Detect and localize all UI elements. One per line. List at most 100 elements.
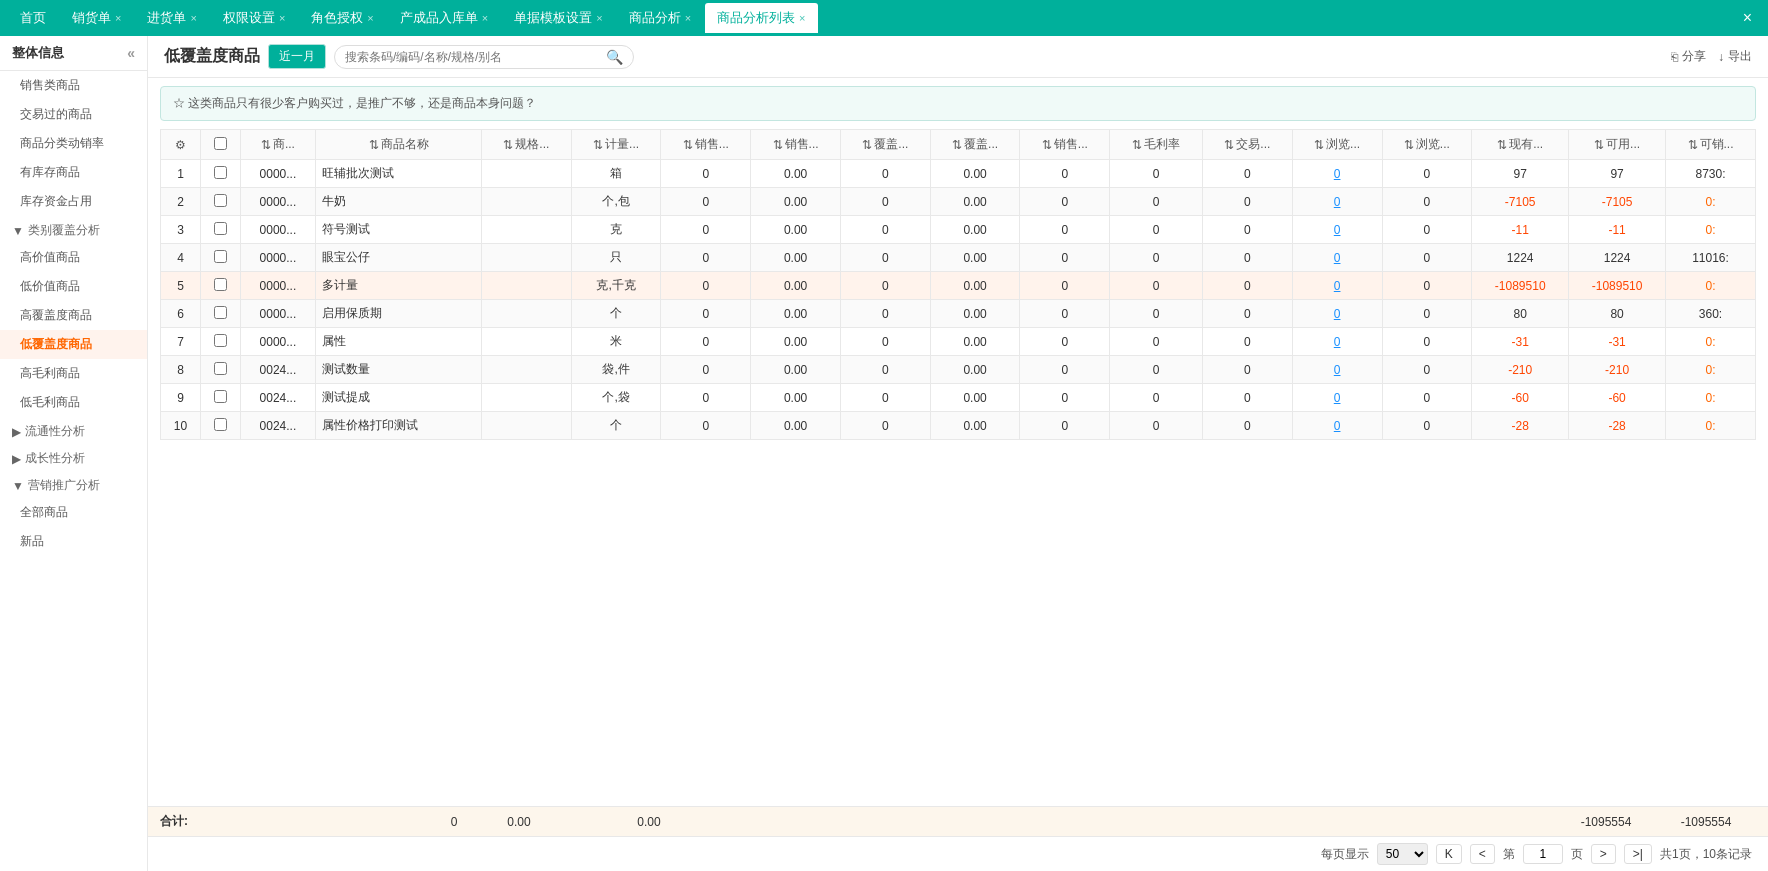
sidebar-item-high-margin[interactable]: 高毛利商品 (0, 359, 147, 388)
select-all-checkbox[interactable] (214, 137, 227, 150)
row-browse1[interactable]: 0 (1292, 160, 1382, 188)
sidebar-item-low-margin[interactable]: 低毛利商品 (0, 388, 147, 417)
sidebar-group-marketing[interactable]: ▼ 营销推广分析 (0, 471, 147, 498)
row-checkbox[interactable] (201, 244, 241, 272)
col-name[interactable]: ⇅商品名称 (316, 130, 482, 160)
row-select-checkbox[interactable] (214, 166, 227, 179)
row-select-checkbox[interactable] (214, 418, 227, 431)
tab-permission[interactable]: 权限设置 × (211, 3, 297, 33)
search-input[interactable] (345, 50, 602, 64)
col-saleable[interactable]: ⇅可销... (1666, 130, 1756, 160)
sidebar-group-category-coverage[interactable]: ▼ 类别覆盖分析 (0, 216, 147, 243)
tab-home[interactable]: 首页 (8, 3, 58, 33)
next-page-button[interactable]: > (1591, 844, 1616, 864)
close-all-tabs-button[interactable]: × (1735, 5, 1760, 31)
col-sale-qty[interactable]: ⇅销售... (661, 130, 751, 160)
col-trade[interactable]: ⇅交易... (1203, 130, 1293, 160)
row-browse1[interactable]: 0 (1292, 216, 1382, 244)
sidebar-item-all-goods[interactable]: 全部商品 (0, 498, 147, 527)
sidebar-item-sales-goods[interactable]: 销售类商品 (0, 71, 147, 100)
sidebar-item-high-value[interactable]: 高价值商品 (0, 243, 147, 272)
col-current-stock[interactable]: ⇅现有... (1472, 130, 1569, 160)
col-browse2[interactable]: ⇅浏览... (1382, 130, 1472, 160)
sidebar-item-category-turnover[interactable]: 商品分类动销率 (0, 129, 147, 158)
col-available[interactable]: ⇅可用... (1569, 130, 1666, 160)
tab-purchase[interactable]: 进货单 × (135, 3, 208, 33)
row-browse1[interactable]: 0 (1292, 356, 1382, 384)
close-icon[interactable]: × (367, 12, 373, 24)
col-cover1[interactable]: ⇅覆盖... (840, 130, 930, 160)
page-size-select[interactable]: 50 10 20 100 (1377, 843, 1428, 865)
row-browse1[interactable]: 0 (1292, 328, 1382, 356)
tab-sales[interactable]: 销货单 × (60, 3, 133, 33)
row-checkbox[interactable] (201, 356, 241, 384)
row-select-checkbox[interactable] (214, 222, 227, 235)
tab-product-in[interactable]: 产成品入库单 × (388, 3, 500, 33)
row-select-checkbox[interactable] (214, 334, 227, 347)
col-browse1[interactable]: ⇅浏览... (1292, 130, 1382, 160)
row-no: 5 (161, 272, 201, 300)
table-row: 2 0000... 牛奶 个,包 0 0.00 0 0.00 0 0 0 0 0… (161, 188, 1756, 216)
row-browse1[interactable]: 0 (1292, 412, 1382, 440)
sidebar-item-traded-goods[interactable]: 交易过的商品 (0, 100, 147, 129)
sidebar-item-high-coverage[interactable]: 高覆盖度商品 (0, 301, 147, 330)
tab-role[interactable]: 角色授权 × (299, 3, 385, 33)
col-checkbox[interactable] (201, 130, 241, 160)
row-browse1[interactable]: 0 (1292, 384, 1382, 412)
row-browse1[interactable]: 0 (1292, 300, 1382, 328)
sidebar-item-low-coverage[interactable]: 低覆盖度商品 (0, 330, 147, 359)
col-sale-data[interactable]: ⇅销售... (1020, 130, 1110, 160)
tab-product-analysis-list[interactable]: 商品分析列表 × (705, 3, 817, 33)
row-checkbox[interactable] (201, 272, 241, 300)
close-icon[interactable]: × (115, 12, 121, 24)
first-page-button[interactable]: K (1436, 844, 1462, 864)
row-sale-amount: 0.00 (751, 328, 841, 356)
col-sale-amount[interactable]: ⇅销售... (751, 130, 841, 160)
col-code[interactable]: ⇅商... (240, 130, 316, 160)
row-checkbox[interactable] (201, 384, 241, 412)
prev-page-button[interactable]: < (1470, 844, 1495, 864)
sidebar-group-circulation[interactable]: ▶ 流通性分析 (0, 417, 147, 444)
sidebar-group-growth[interactable]: ▶ 成长性分析 (0, 444, 147, 471)
close-icon[interactable]: × (482, 12, 488, 24)
row-browse1[interactable]: 0 (1292, 244, 1382, 272)
col-settings[interactable]: ⚙ (161, 130, 201, 160)
row-browse1[interactable]: 0 (1292, 272, 1382, 300)
close-icon[interactable]: × (190, 12, 196, 24)
row-select-checkbox[interactable] (214, 306, 227, 319)
close-icon[interactable]: × (279, 12, 285, 24)
col-gross-margin[interactable]: ⇅毛利率 (1110, 130, 1203, 160)
col-cover2[interactable]: ⇅覆盖... (930, 130, 1020, 160)
row-select-checkbox[interactable] (214, 390, 227, 403)
row-select-checkbox[interactable] (214, 362, 227, 375)
last-page-button[interactable]: >| (1624, 844, 1652, 864)
sidebar-item-low-value[interactable]: 低价值商品 (0, 272, 147, 301)
row-select-checkbox[interactable] (214, 250, 227, 263)
col-spec[interactable]: ⇅规格... (481, 130, 571, 160)
col-unit[interactable]: ⇅计量... (571, 130, 661, 160)
row-sale-amount: 0.00 (751, 188, 841, 216)
share-button[interactable]: ⎗ 分享 (1671, 48, 1706, 65)
sidebar-item-stock-capital[interactable]: 库存资金占用 (0, 187, 147, 216)
row-select-checkbox[interactable] (214, 194, 227, 207)
row-checkbox[interactable] (201, 216, 241, 244)
page-number-input[interactable] (1523, 844, 1563, 864)
close-icon[interactable]: × (685, 12, 691, 24)
close-icon[interactable]: × (596, 12, 602, 24)
filter-recent-month-button[interactable]: 近一月 (268, 44, 326, 69)
sidebar-item-new-goods[interactable]: 新品 (0, 527, 147, 556)
close-icon[interactable]: × (799, 12, 805, 24)
row-browse1[interactable]: 0 (1292, 188, 1382, 216)
sidebar-item-stock-goods[interactable]: 有库存商品 (0, 158, 147, 187)
sidebar-collapse-button[interactable]: « (127, 45, 135, 61)
tab-template[interactable]: 单据模板设置 × (502, 3, 614, 33)
row-sale-data: 0 (1020, 384, 1110, 412)
row-checkbox[interactable] (201, 412, 241, 440)
row-checkbox[interactable] (201, 188, 241, 216)
row-checkbox[interactable] (201, 300, 241, 328)
export-button[interactable]: ↓ 导出 (1718, 48, 1752, 65)
tab-product-analysis[interactable]: 商品分析 × (617, 3, 703, 33)
row-checkbox[interactable] (201, 160, 241, 188)
row-checkbox[interactable] (201, 328, 241, 356)
row-select-checkbox[interactable] (214, 278, 227, 291)
